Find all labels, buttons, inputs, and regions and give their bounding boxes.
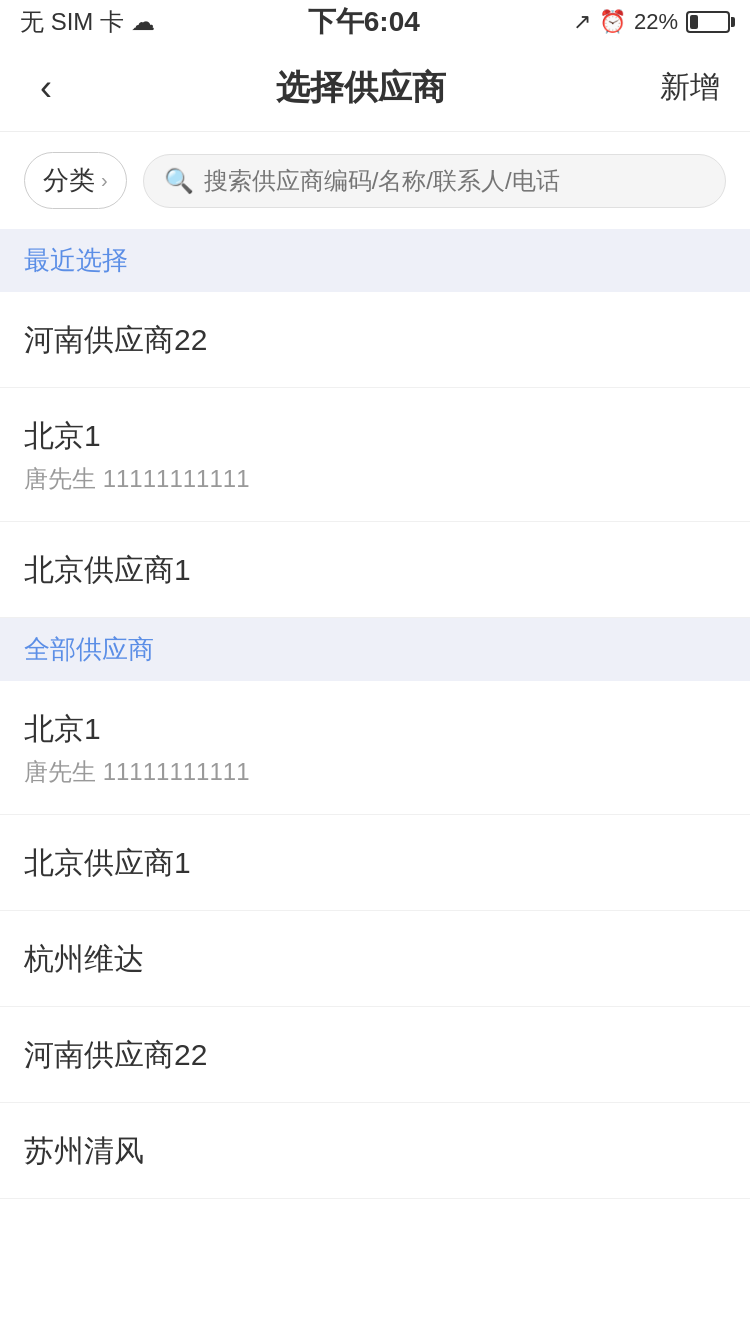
search-icon: 🔍 — [164, 167, 194, 195]
chevron-right-icon: › — [101, 169, 108, 192]
add-button[interactable]: 新增 — [660, 67, 720, 108]
status-time: 下午6:04 — [308, 3, 420, 41]
item-name: 苏州清风 — [24, 1131, 726, 1172]
status-bar: 无 SIM 卡 ☁ 下午6:04 ↗ ⏰ 22% — [0, 0, 750, 44]
no-sim-text: 无 SIM 卡 ☁ — [20, 6, 155, 38]
item-name: 杭州维达 — [24, 939, 726, 980]
filter-bar: 分类 › 🔍 — [0, 132, 750, 229]
category-label: 分类 — [43, 163, 95, 198]
all-list-item[interactable]: 杭州维达 — [0, 911, 750, 1007]
recent-list-item[interactable]: 河南供应商22 — [0, 292, 750, 388]
recent-list-item[interactable]: 北京供应商1 — [0, 522, 750, 618]
back-button[interactable]: ‹ — [30, 57, 62, 119]
search-input[interactable] — [204, 167, 705, 195]
item-sub: 唐先生 11111111111 — [24, 463, 726, 495]
nav-bar: ‹ 选择供应商 新增 — [0, 44, 750, 132]
item-name: 河南供应商22 — [24, 320, 726, 361]
recent-section-label: 最近选择 — [24, 245, 128, 275]
all-list-item[interactable]: 苏州清风 — [0, 1103, 750, 1199]
all-list-item[interactable]: 河南供应商22 — [0, 1007, 750, 1103]
item-sub: 唐先生 11111111111 — [24, 756, 726, 788]
battery-icon — [686, 11, 730, 33]
all-section-header: 全部供应商 — [0, 618, 750, 681]
battery-percent: 22% — [634, 9, 678, 35]
location-icon: ↗ — [573, 9, 591, 35]
item-name: 河南供应商22 — [24, 1035, 726, 1076]
recent-section-header: 最近选择 — [0, 229, 750, 292]
item-name: 北京供应商1 — [24, 843, 726, 884]
recent-list-item[interactable]: 北京1 唐先生 11111111111 — [0, 388, 750, 522]
status-left: 无 SIM 卡 ☁ — [20, 6, 155, 38]
status-right: ↗ ⏰ 22% — [573, 9, 730, 35]
item-name: 北京1 — [24, 416, 726, 457]
all-list: 北京1 唐先生 11111111111 北京供应商1 杭州维达河南供应商22 苏州清风 — [0, 681, 750, 1199]
search-box[interactable]: 🔍 — [143, 154, 726, 208]
all-section-label: 全部供应商 — [24, 634, 154, 664]
item-name: 北京1 — [24, 709, 726, 750]
alarm-icon: ⏰ — [599, 9, 626, 35]
all-list-item[interactable]: 北京1 唐先生 11111111111 — [0, 681, 750, 815]
item-name: 北京供应商1 — [24, 550, 726, 591]
all-list-item[interactable]: 北京供应商1 — [0, 815, 750, 911]
recent-list: 河南供应商22 北京1 唐先生 11111111111 北京供应商1 — [0, 292, 750, 618]
category-filter[interactable]: 分类 › — [24, 152, 127, 209]
page-title: 选择供应商 — [276, 65, 446, 111]
